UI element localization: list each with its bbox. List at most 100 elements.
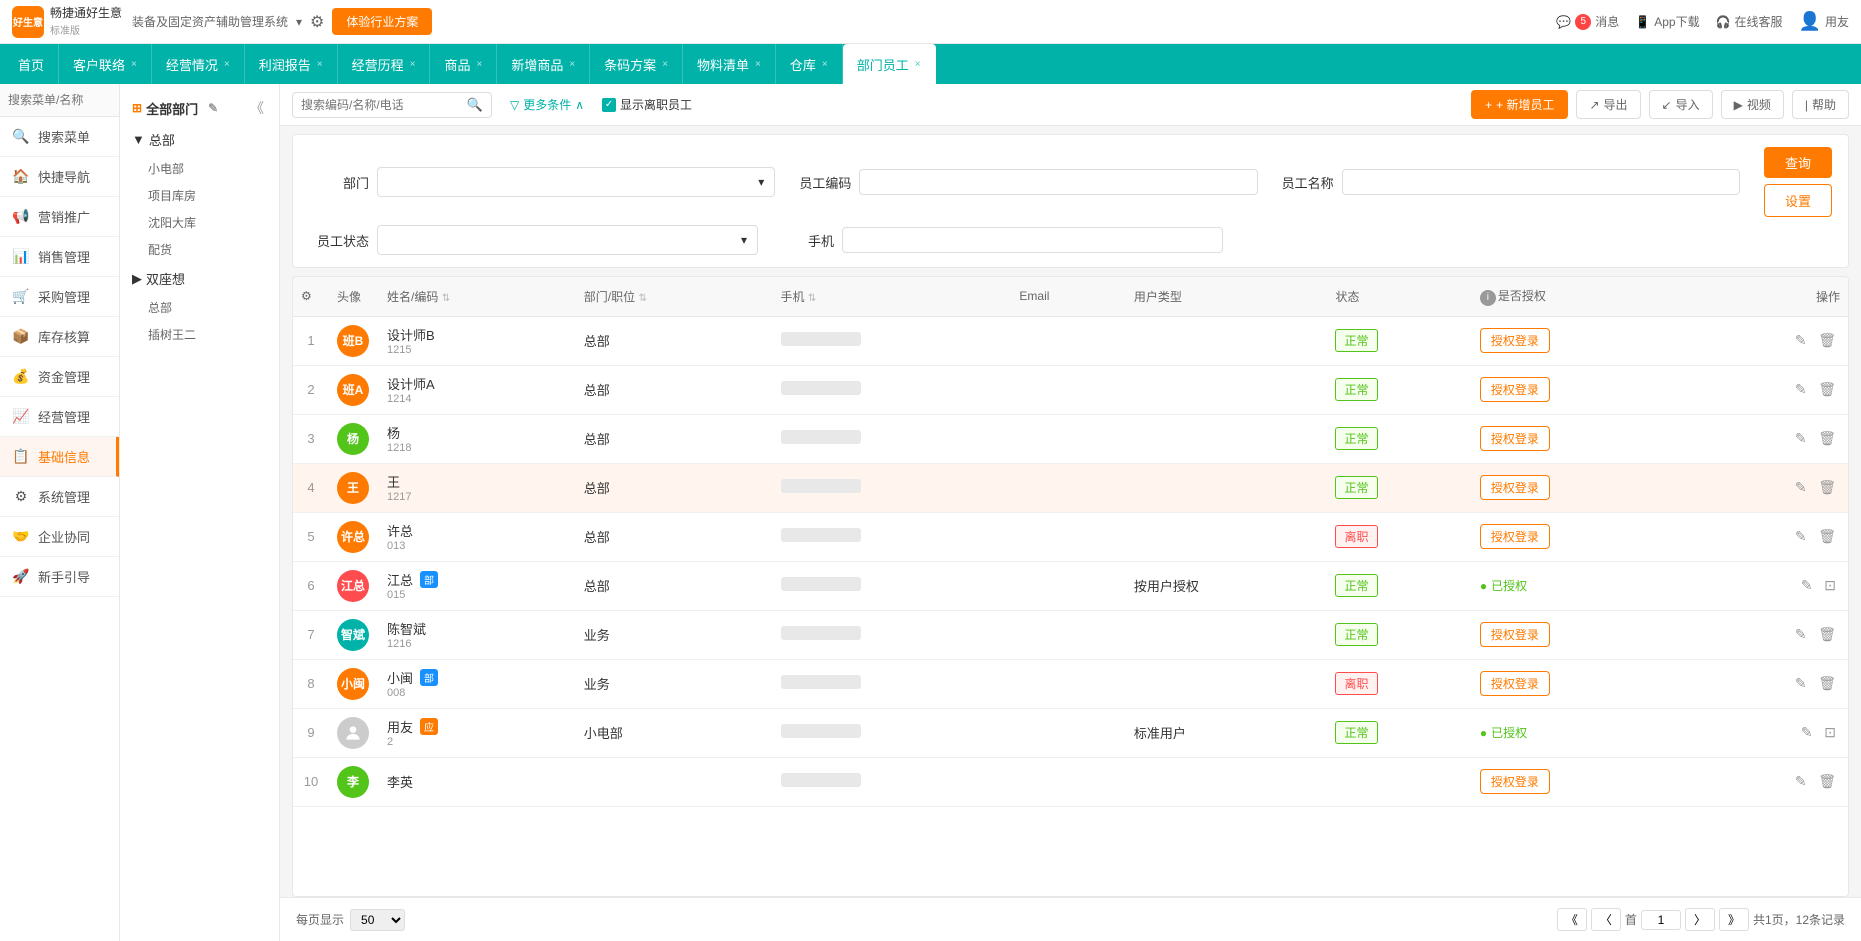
- col-name[interactable]: 姓名/编码 ⇅: [379, 277, 576, 316]
- sidebar-item-purchase[interactable]: 🛒 采购管理: [0, 277, 119, 317]
- edit-btn[interactable]: ✎: [1791, 330, 1811, 351]
- delete-btn[interactable]: 🗑: [1814, 379, 1840, 400]
- dept-group-zongbu[interactable]: ▼ 总部: [120, 124, 279, 155]
- dept-edit-icon[interactable]: ✎: [208, 101, 218, 115]
- tab-goods[interactable]: 商品 ×: [430, 44, 497, 84]
- col-settings[interactable]: ⚙: [293, 277, 329, 316]
- tab-profit[interactable]: 利润报告 ×: [245, 44, 338, 84]
- view-btn[interactable]: ▶ 视频: [1721, 90, 1784, 119]
- first-page-btn[interactable]: 《: [1557, 908, 1587, 931]
- tab-operation-close[interactable]: ×: [224, 59, 230, 70]
- auth-btn[interactable]: 授权登录: [1480, 769, 1550, 794]
- tab-history-close[interactable]: ×: [410, 59, 416, 70]
- edit-btn[interactable]: ✎: [1797, 575, 1817, 596]
- query-btn[interactable]: 查询: [1764, 147, 1832, 178]
- per-page-dropdown[interactable]: 50 20 100: [350, 909, 405, 931]
- auth-btn[interactable]: 授权登录: [1480, 622, 1550, 647]
- filter-status-select[interactable]: ▾: [377, 225, 758, 255]
- edit-btn[interactable]: ✎: [1791, 624, 1811, 645]
- settings-icon[interactable]: ⚙: [310, 12, 324, 32]
- sidebar-item-sales[interactable]: 📊 销售管理: [0, 237, 119, 277]
- dept-group-shuangzuo[interactable]: ▶ 双座想: [120, 263, 279, 294]
- last-page-btn[interactable]: 》: [1719, 908, 1749, 931]
- tab-profit-close[interactable]: ×: [317, 59, 323, 70]
- sidebar-item-marketing[interactable]: 📢 营销推广: [0, 197, 119, 237]
- auth-btn[interactable]: 授权登录: [1480, 671, 1550, 696]
- delete-btn[interactable]: 🗑: [1814, 428, 1840, 449]
- edit-btn[interactable]: ✎: [1791, 526, 1811, 547]
- sidebar-item-collab[interactable]: 🤝 企业协同: [0, 517, 119, 557]
- online-service-btn[interactable]: 🎧 在线客服: [1716, 13, 1783, 30]
- dept-sub-chashuwang[interactable]: 插树王二: [120, 321, 279, 348]
- tab-customer[interactable]: 客户联络 ×: [59, 44, 152, 84]
- copy-btn[interactable]: ⊡: [1820, 575, 1840, 596]
- tab-home[interactable]: 首页: [4, 44, 59, 84]
- dept-sub-peihuo[interactable]: 配货: [120, 236, 279, 263]
- sidebar-item-basic[interactable]: 📋 基础信息: [0, 437, 119, 477]
- trial-btn[interactable]: 体验行业方案: [332, 8, 432, 35]
- tab-bom-close[interactable]: ×: [755, 59, 761, 70]
- employee-search-input[interactable]: [301, 98, 467, 112]
- page-input[interactable]: [1641, 910, 1681, 930]
- dept-sub-shenyang[interactable]: 沈阳大库: [120, 209, 279, 236]
- show-inactive-checkbox[interactable]: ✓ 显示离职员工: [602, 96, 692, 113]
- auth-btn[interactable]: 授权登录: [1480, 524, 1550, 549]
- dept-sub-xiaodian[interactable]: 小电部: [120, 155, 279, 182]
- tab-customer-close[interactable]: ×: [131, 59, 137, 70]
- sidebar-item-inventory[interactable]: 📦 库存核算: [0, 317, 119, 357]
- more-filter-btn[interactable]: ▽ 更多条件 ∧: [500, 91, 594, 118]
- sidebar-item-system[interactable]: ⚙ 系统管理: [0, 477, 119, 517]
- tab-new-goods-close[interactable]: ×: [569, 59, 575, 70]
- auth-btn[interactable]: 授权登录: [1480, 475, 1550, 500]
- next-page-btn[interactable]: 〉: [1685, 908, 1715, 931]
- dept-sub-project[interactable]: 项目库房: [120, 182, 279, 209]
- sidebar-item-search[interactable]: 🔍 搜索菜单: [0, 117, 119, 157]
- edit-btn[interactable]: ✎: [1791, 379, 1811, 400]
- edit-btn[interactable]: ✎: [1791, 673, 1811, 694]
- auth-btn[interactable]: 授权登录: [1480, 426, 1550, 451]
- dropdown-icon[interactable]: ▾: [296, 15, 302, 29]
- filter-name-input[interactable]: [1342, 169, 1740, 195]
- tab-new-goods[interactable]: 新增商品 ×: [497, 44, 590, 84]
- sidebar-item-finance[interactable]: 💰 资金管理: [0, 357, 119, 397]
- auth-btn[interactable]: 授权登录: [1480, 328, 1550, 353]
- app-download-btn[interactable]: 📱 App下载: [1635, 13, 1699, 30]
- edit-btn[interactable]: ✎: [1791, 477, 1811, 498]
- edit-btn[interactable]: ✎: [1791, 771, 1811, 792]
- tab-history[interactable]: 经营历程 ×: [338, 44, 431, 84]
- tab-barcode-close[interactable]: ×: [662, 59, 668, 70]
- tab-warehouse[interactable]: 仓库 ×: [776, 44, 843, 84]
- edit-btn[interactable]: ✎: [1797, 722, 1817, 743]
- filter-code-input[interactable]: [859, 169, 1257, 195]
- tab-goods-close[interactable]: ×: [476, 59, 482, 70]
- import-btn[interactable]: ↙ 导入: [1649, 90, 1713, 119]
- message-btn[interactable]: 💬 5 消息: [1556, 13, 1619, 30]
- filter-phone-input[interactable]: [842, 227, 1223, 253]
- sidebar-item-guide[interactable]: 🚀 新手引导: [0, 557, 119, 597]
- edit-btn[interactable]: ✎: [1791, 428, 1811, 449]
- tab-barcode[interactable]: 条码方案 ×: [590, 44, 683, 84]
- set-btn[interactable]: 设置: [1764, 184, 1832, 217]
- delete-btn[interactable]: 🗑: [1814, 771, 1840, 792]
- sidebar-item-biz[interactable]: 📈 经营管理: [0, 397, 119, 437]
- copy-btn[interactable]: ⊡: [1820, 722, 1840, 743]
- tab-dept-employee-close[interactable]: ×: [915, 59, 921, 70]
- col-phone[interactable]: 手机 ⇅: [773, 277, 1012, 316]
- delete-btn[interactable]: 🗑: [1814, 477, 1840, 498]
- export-btn[interactable]: ↗ 导出: [1576, 90, 1640, 119]
- delete-btn[interactable]: 🗑: [1814, 624, 1840, 645]
- tab-warehouse-close[interactable]: ×: [822, 59, 828, 70]
- delete-btn[interactable]: 🗑: [1814, 526, 1840, 547]
- sidebar-item-nav[interactable]: 🏠 快捷导航: [0, 157, 119, 197]
- tab-dept-employee[interactable]: 部门员工 ×: [843, 44, 936, 84]
- filter-dept-select[interactable]: ▾: [377, 167, 775, 197]
- dept-sub-zongbu2[interactable]: 总部: [120, 294, 279, 321]
- tab-bom[interactable]: 物料清单 ×: [683, 44, 776, 84]
- prev-page-btn[interactable]: 〈: [1591, 908, 1621, 931]
- add-employee-btn[interactable]: + + 新增员工: [1471, 90, 1568, 119]
- auth-btn[interactable]: 授权登录: [1480, 377, 1550, 402]
- delete-btn[interactable]: 🗑: [1814, 330, 1840, 351]
- col-dept[interactable]: 部门/职位 ⇅: [576, 277, 773, 316]
- user-menu[interactable]: 👤 用友: [1799, 11, 1849, 32]
- tab-operation[interactable]: 经营情况 ×: [152, 44, 245, 84]
